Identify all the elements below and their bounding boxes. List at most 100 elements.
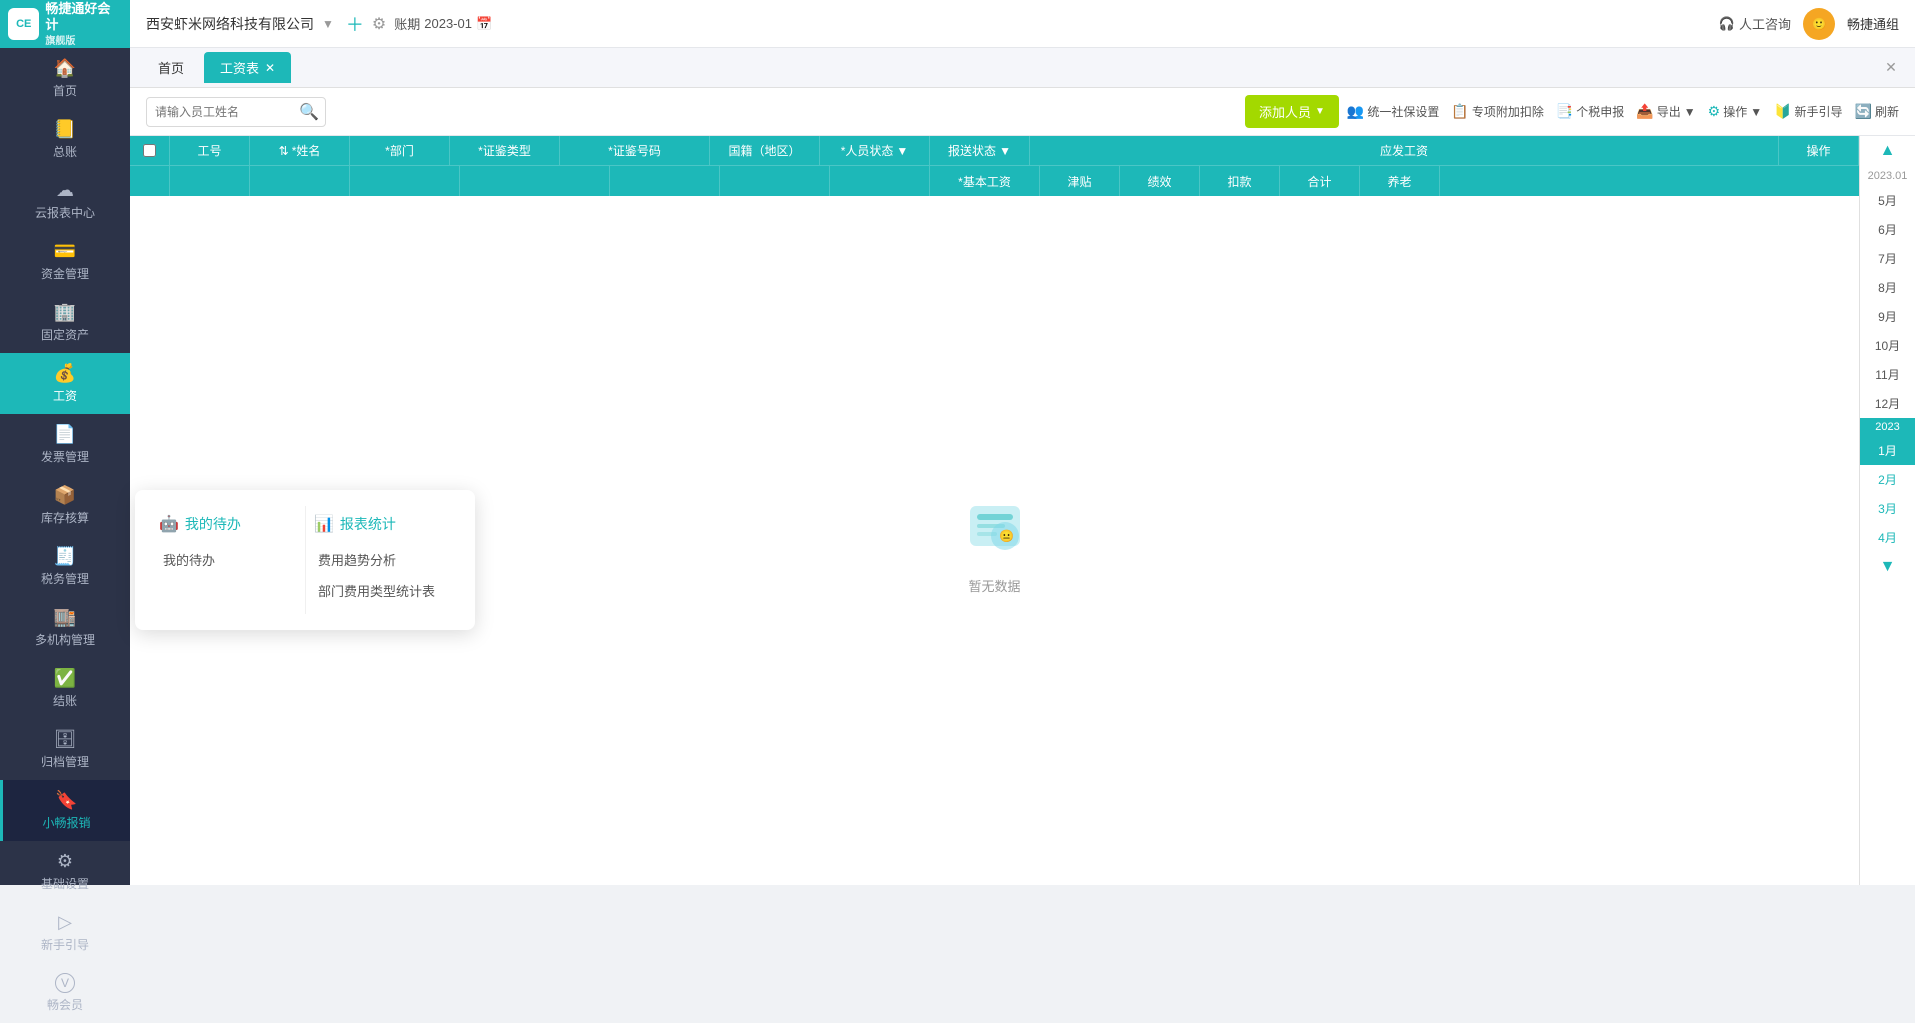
sidebar-item-checkout[interactable]: ✅ 结账 [0, 658, 130, 719]
empty-text: 暂无数据 [968, 576, 1020, 595]
company-dropdown-arrow[interactable]: ▼ [322, 17, 334, 31]
date-month-1[interactable]: 1月 [1860, 436, 1915, 465]
tab-close-salary[interactable]: ✕ [265, 61, 275, 75]
select-all-checkbox[interactable] [143, 144, 156, 157]
sidebar-item-multi[interactable]: 🏬 多机构管理 [0, 597, 130, 658]
sidebar-label-member: 畅会员 [47, 996, 83, 1013]
sidebar-item-cloud[interactable]: ☁ 云报表中心 [0, 170, 130, 231]
sidebar-item-xiaochang[interactable]: 🔖 小畅报销 [0, 780, 130, 841]
date-month-8[interactable]: 8月 [1860, 273, 1915, 302]
th-idtype: *证鉴类型 [450, 136, 560, 165]
th-pstatus: *人员状态 ▼ [820, 136, 930, 165]
tax-icon: 🧾 [54, 546, 76, 567]
sidebar-item-member[interactable]: V 畅会员 [0, 963, 130, 1023]
service-button[interactable]: 🎧 人工咨询 [1719, 14, 1791, 33]
search-icon[interactable]: 🔍 [299, 102, 319, 122]
pstatus-filter-icon[interactable]: ▼ [896, 144, 908, 158]
main-content: 西安虾米网络科技有限公司 ▼ ＋ ⚙ 账期 2023-01 📅 🎧 人工咨询 🙂… [130, 0, 1915, 885]
th-deduct: 扣款 [1200, 166, 1280, 196]
logo-sub: 旗舰版 [45, 32, 122, 47]
search-box: 🔍 [146, 97, 326, 127]
sidebar-label-home: 首页 [53, 82, 77, 99]
sidebar-label-guide: 新手引导 [41, 936, 89, 953]
date-nav-up[interactable]: ▲ [1874, 136, 1902, 166]
invoice-icon: 📄 [54, 424, 76, 445]
export-button[interactable]: 📤 导出 ▼ [1636, 103, 1695, 120]
table-header: 工号 ⇅ *姓名 *部门 *证鉴类型 *证鉴号码 国籍（地区） *人员状态 ▼ … [130, 136, 1859, 196]
sidebar-label-checkout: 结账 [53, 692, 77, 709]
refresh-button[interactable]: 🔄 刷新 [1855, 103, 1899, 120]
sidebar-item-inventory[interactable]: 📦 库存核算 [0, 475, 130, 536]
sidebar-label-archive: 归档管理 [41, 753, 89, 770]
popup-item-dept-cost[interactable]: 部门费用类型统计表 [314, 575, 451, 606]
th-base: *基本工资 [930, 166, 1040, 196]
sidebar-item-salary[interactable]: 💰 工资 [0, 353, 130, 414]
sidebar-label-invoice: 发票管理 [41, 448, 89, 465]
assets-icon: 🏢 [54, 302, 76, 323]
date-month-10[interactable]: 10月 [1860, 331, 1915, 360]
sidebar-item-basic[interactable]: ⚙ 基础设置 [0, 841, 130, 902]
search-input[interactable] [155, 105, 295, 119]
sidebar-item-guide[interactable]: ▷ 新手引导 [0, 902, 130, 963]
todo-section-icon: 🤖 [159, 514, 179, 534]
date-month-4[interactable]: 4月 [1860, 523, 1915, 552]
operate-button[interactable]: ⚙ 操作 ▼ [1708, 103, 1762, 120]
date-month-3[interactable]: 3月 [1860, 494, 1915, 523]
toolbar-actions: 👥 统一社保设置 📋 专项附加扣除 📑 个税申报 📤 导出 ▼ ⚙ 操作 ▼ [1347, 103, 1899, 120]
th-no: 工号 [170, 136, 250, 165]
newguide-button[interactable]: 🔰 新手引导 [1774, 103, 1842, 120]
tab-salary[interactable]: 工资表 ✕ [204, 52, 291, 83]
sidebar-item-assets[interactable]: 🏢 固定资产 [0, 292, 130, 353]
sidebar-item-invoice[interactable]: 📄 发票管理 [0, 414, 130, 475]
window-close-button[interactable]: ✕ [1879, 56, 1903, 80]
logo-text: 畅捷通好会计 [45, 1, 122, 32]
report-filter-icon[interactable]: ▼ [999, 144, 1011, 158]
date-month-9[interactable]: 9月 [1860, 302, 1915, 331]
app-logo: CE 畅捷通好会计 旗舰版 [0, 0, 130, 48]
date-month-11[interactable]: 11月 [1860, 360, 1915, 389]
tab-home[interactable]: 首页 [142, 52, 200, 83]
date-year-label: 2023.01 [1868, 166, 1908, 186]
sidebar-item-fund[interactable]: 💳 资金管理 [0, 231, 130, 292]
date-month-5[interactable]: 5月 [1860, 186, 1915, 215]
sidebar-item-ledger[interactable]: 📒 总账 [0, 109, 130, 170]
popup-item-cost-trend[interactable]: 费用趋势分析 [314, 544, 451, 575]
name-sort-icon: ⇅ [279, 144, 289, 158]
th-op: 操作 [1779, 136, 1859, 165]
popup-section-todo: 🤖 我的待办 我的待办 [151, 506, 305, 614]
logo-icon: CE [8, 8, 39, 40]
sidebar-item-home[interactable]: 🏠 首页 [0, 48, 130, 109]
username: 畅捷通组 [1847, 14, 1899, 33]
add-person-button[interactable]: 添加人员 ▼ [1245, 95, 1339, 128]
date-month-12[interactable]: 12月 [1860, 389, 1915, 418]
checkout-icon: ✅ [54, 668, 76, 689]
avatar: 🙂 [1803, 8, 1835, 40]
add-company-button[interactable]: ＋ [346, 11, 364, 37]
th-op2 [1440, 166, 1520, 196]
calendar-icon[interactable]: 📅 [476, 16, 492, 32]
date-month-2[interactable]: 2月 [1860, 465, 1915, 494]
sidebar-item-tax[interactable]: 🧾 税务管理 [0, 536, 130, 597]
sidebar-label-assets: 固定资产 [41, 326, 89, 343]
avatar-image: 🙂 [1812, 17, 1827, 31]
newguide-icon: 🔰 [1774, 103, 1791, 120]
sidebar-label-basic: 基础设置 [41, 875, 89, 892]
popup-reports-title: 📊 报表统计 [314, 514, 451, 534]
date-month-7[interactable]: 7月 [1860, 244, 1915, 273]
company-name: 西安虾米网络科技有限公司 [146, 14, 314, 34]
th-total: 合计 [1280, 166, 1360, 196]
tax-report-button[interactable]: 📑 个税申报 [1556, 103, 1624, 120]
popup-section-reports: 📊 报表统计 费用趋势分析 部门费用类型统计表 [305, 506, 459, 614]
social-icon: 👥 [1347, 103, 1364, 120]
sidebar-label-inventory: 库存核算 [41, 509, 89, 526]
add-person-dropdown-arrow: ▼ [1315, 106, 1325, 117]
setting-icon[interactable]: ⚙ [372, 14, 386, 34]
social-setting-button[interactable]: 👥 统一社保设置 [1347, 103, 1439, 120]
th-subsidy: 津贴 [1040, 166, 1120, 196]
popup-item-my-todo[interactable]: 我的待办 [159, 544, 297, 575]
date-nav-down[interactable]: ▼ [1874, 552, 1902, 582]
deduct-button[interactable]: 📋 专项附加扣除 [1451, 103, 1543, 120]
sidebar-item-archive[interactable]: 🗄 归档管理 [0, 719, 130, 780]
sidebar-label-cloud: 云报表中心 [35, 204, 95, 221]
date-month-6[interactable]: 6月 [1860, 215, 1915, 244]
